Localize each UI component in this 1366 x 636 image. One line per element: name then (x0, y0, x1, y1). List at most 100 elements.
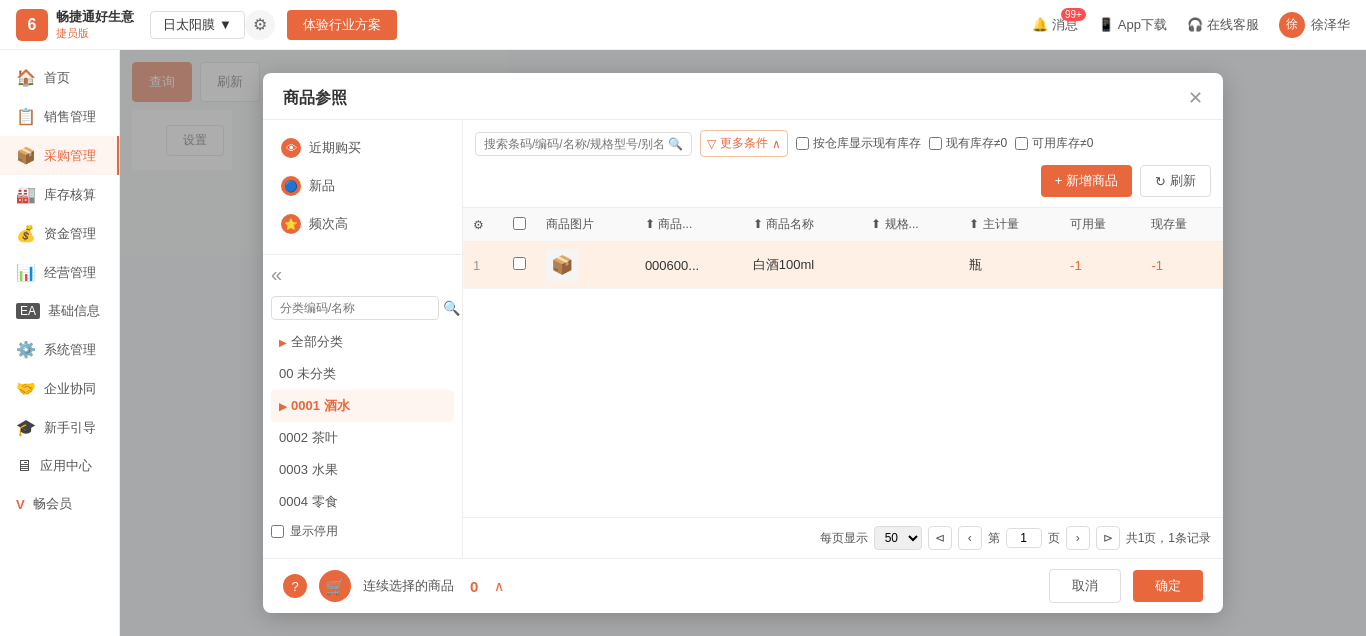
sales-icon: 📋 (16, 107, 36, 126)
left-tabs: 👁 近期购买 🔵 新品 ⭐ 频次高 (263, 130, 462, 250)
col-name[interactable]: ⬆ 商品名称 (743, 208, 861, 242)
col-code[interactable]: ⬆ 商品... (635, 208, 743, 242)
sidebar-item-basic[interactable]: EA 基础信息 (0, 292, 119, 330)
tab-recent[interactable]: 👁 近期购买 (271, 130, 454, 166)
user-profile[interactable]: 徐 徐泽华 (1279, 12, 1350, 38)
finance-icon: 💰 (16, 224, 36, 243)
check-all-cb[interactable] (513, 217, 526, 230)
new-icon: 🔵 (281, 176, 301, 196)
col-available: 可用量 (1060, 208, 1141, 242)
confirm-btn[interactable]: 确定 (1133, 570, 1203, 602)
topnav: 6 畅捷通好生意 捷员版 日太阳膜 ▼ ⚙ 体验行业方案 🔔 消息 99+ 📱 … (0, 0, 1366, 50)
coop-icon: 🤝 (16, 379, 36, 398)
refresh-btn[interactable]: ↻ 刷新 (1140, 165, 1211, 197)
help-btn[interactable]: ? (283, 574, 307, 598)
row-name: 白酒100ml (743, 242, 861, 289)
cat-item-0002[interactable]: 0002 茶叶 (271, 422, 454, 454)
service-btn[interactable]: 🎧 在线客服 (1187, 16, 1259, 34)
cat-item-0004[interactable]: 0004 零食 (271, 486, 454, 515)
exp-btn[interactable]: 体验行业方案 (287, 10, 397, 40)
show-disabled-row: 显示停用 (263, 515, 462, 548)
col-unit[interactable]: ⬆ 主计量 (959, 208, 1060, 242)
sidebar-item-finance[interactable]: 💰 资金管理 (0, 214, 119, 253)
bell-icon: 🔔 (1032, 17, 1048, 32)
cat-item-0003[interactable]: 0003 水果 (271, 454, 454, 486)
sidebar-item-member[interactable]: V 畅会员 (0, 485, 119, 523)
modal-right-panel: 🔍 ▽ 更多条件 ∧ 按仓库显示现有库存 (463, 120, 1223, 558)
divider (263, 254, 462, 255)
cat-item-all[interactable]: ▶ 全部分类 (271, 326, 454, 358)
sidebar-item-guide[interactable]: 🎓 新手引导 (0, 408, 119, 447)
cat-search-input[interactable] (271, 296, 439, 320)
pg-last-btn[interactable]: ⊳ (1096, 526, 1120, 550)
row-available: -1 (1060, 242, 1141, 289)
collapse-footer-btn[interactable]: ∧ (494, 578, 504, 594)
sidebar-item-purchase[interactable]: 📦 采购管理 (0, 136, 119, 175)
cat-search-icon[interactable]: 🔍 (443, 300, 460, 316)
logo-icon: 6 (16, 9, 48, 41)
modal-left-panel: 👁 近期购买 🔵 新品 ⭐ 频次高 (263, 120, 463, 558)
system-icon: ⚙️ (16, 340, 36, 359)
guide-icon: 🎓 (16, 418, 36, 437)
tab-freq[interactable]: ⭐ 频次高 (271, 206, 454, 242)
sidebar-item-ops[interactable]: 📊 经营管理 (0, 253, 119, 292)
sidebar-item-sales[interactable]: 📋 销售管理 (0, 97, 119, 136)
cat-search-row: 🔍 (263, 290, 462, 326)
row-check[interactable] (503, 242, 536, 289)
arrow-active-icon: ▶ (279, 401, 287, 412)
gear-button[interactable]: ⚙ (245, 10, 275, 40)
continuous-label: 连续选择的商品 (363, 577, 454, 595)
table-row[interactable]: 1 📦 000600... 白酒100ml 瓶 (463, 242, 1223, 289)
stock-icon: 🏭 (16, 185, 36, 204)
sidebar-item-home[interactable]: 🏠 首页 (0, 58, 119, 97)
nav-selector[interactable]: 日太阳膜 ▼ (150, 11, 245, 39)
cat-item-0001[interactable]: ▶ 0001 酒水 (271, 390, 454, 422)
add-product-btn[interactable]: + 新增商品 (1041, 165, 1132, 197)
show-disabled-checkbox[interactable] (271, 525, 284, 538)
filter-search-box[interactable]: 🔍 (475, 132, 692, 156)
check-stock[interactable]: 现有库存≠0 (929, 135, 1007, 152)
sidebar-item-coop[interactable]: 🤝 企业协同 (0, 369, 119, 408)
col-check-all[interactable] (503, 208, 536, 242)
sidebar-item-stock[interactable]: 🏭 库存核算 (0, 175, 119, 214)
pg-first-btn[interactable]: ⊲ (928, 526, 952, 550)
topnav-right: 🔔 消息 99+ 📱 App下载 🎧 在线客服 徐 徐泽华 (1032, 12, 1350, 38)
sidebar-item-apps[interactable]: 🖥 应用中心 (0, 447, 119, 485)
check-warehouse[interactable]: 按仓库显示现有库存 (796, 135, 921, 152)
modal-close-button[interactable]: ✕ (1188, 87, 1203, 109)
notif-badge: 99+ (1061, 8, 1086, 21)
col-image: 商品图片 (536, 208, 635, 242)
check-warehouse-cb[interactable] (796, 137, 809, 150)
modal-title: 商品参照 (283, 88, 347, 109)
pg-prev-btn[interactable]: ‹ (958, 526, 982, 550)
row-checkbox[interactable] (513, 257, 526, 270)
row-unit: 瓶 (959, 242, 1060, 289)
check-available-cb[interactable] (1015, 137, 1028, 150)
cancel-btn[interactable]: 取消 (1049, 569, 1121, 603)
pg-next-btn[interactable]: › (1066, 526, 1090, 550)
cart-btn[interactable]: 🛒 (319, 570, 351, 602)
product-search-input[interactable] (484, 137, 664, 151)
col-spec[interactable]: ⬆ 规格... (861, 208, 959, 242)
sidebar: 🏠 首页 📋 销售管理 📦 采购管理 🏭 库存核算 💰 资金管理 📊 经营管理 … (0, 50, 120, 636)
product-modal: 商品参照 ✕ 👁 近期购买 🔵 (263, 73, 1223, 613)
search-icon[interactable]: 🔍 (668, 137, 683, 151)
notification-btn[interactable]: 🔔 消息 99+ (1032, 16, 1078, 34)
cat-item-00[interactable]: 00 未分类 (271, 358, 454, 390)
row-spec (861, 242, 959, 289)
col-settings[interactable]: ⚙ (463, 208, 503, 242)
show-disabled-label: 显示停用 (290, 523, 338, 540)
app-download-btn[interactable]: 📱 App下载 (1098, 16, 1167, 34)
tab-new[interactable]: 🔵 新品 (271, 168, 454, 204)
collapse-btn[interactable]: « (271, 263, 282, 286)
check-available[interactable]: 可用库存≠0 (1015, 135, 1093, 152)
sidebar-item-system[interactable]: ⚙️ 系统管理 (0, 330, 119, 369)
pg-input[interactable] (1006, 528, 1042, 548)
filter-more-btn[interactable]: ▽ 更多条件 ∧ (700, 130, 788, 157)
product-table: ⚙ 商品图片 ⬆ 商品... ⬆ 商品名称 (463, 208, 1223, 289)
row-image: 📦 (536, 242, 635, 289)
per-page-select[interactable]: 50 (874, 526, 922, 550)
check-stock-cb[interactable] (929, 137, 942, 150)
col-stock: 现存量 (1141, 208, 1223, 242)
basic-icon: EA (16, 303, 40, 319)
